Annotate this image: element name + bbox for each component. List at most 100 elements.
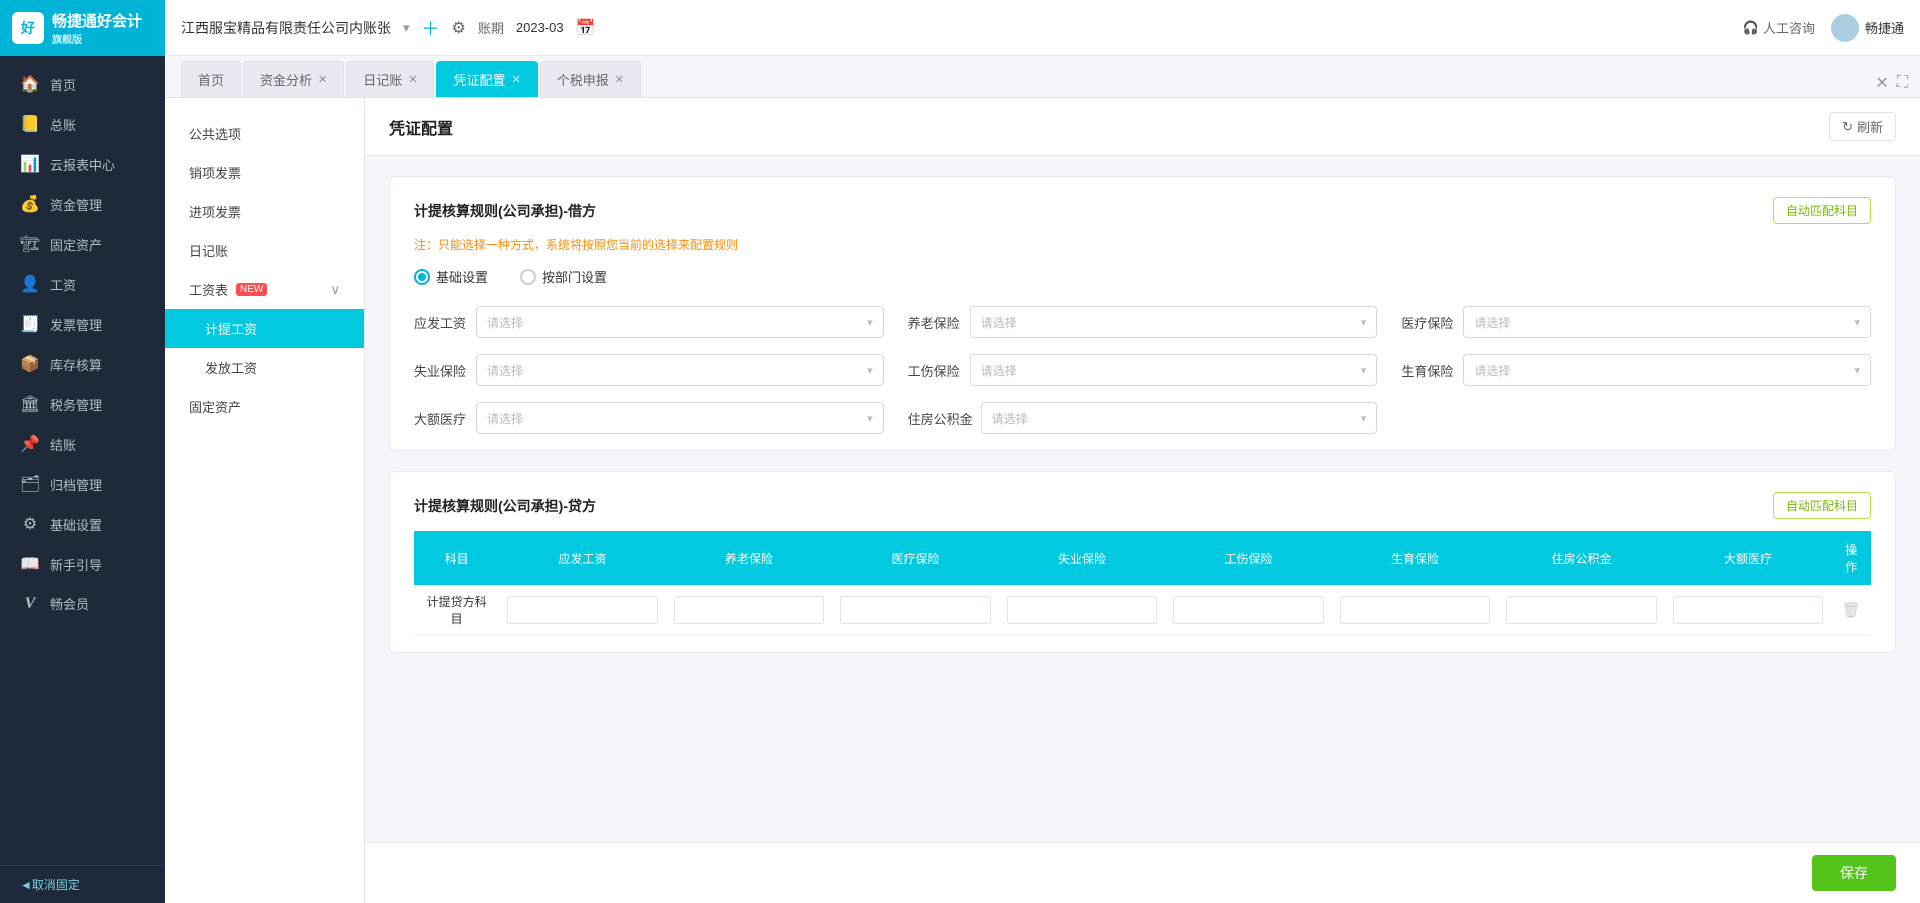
save-button[interactable]: 保存 — [1812, 855, 1896, 891]
tab-voucher[interactable]: 凭证配置 ✕ — [436, 61, 537, 97]
sidebar-item-archive[interactable]: 🗂 归档管理 — [0, 464, 165, 504]
left-menu-public[interactable]: 公共选项 — [165, 114, 364, 153]
yiliao-select[interactable]: 请选择 ▾ — [1463, 306, 1871, 338]
sidebar-item-report[interactable]: 📊 云报表中心 — [0, 144, 165, 184]
delete-icon[interactable]: 🗑 — [1842, 602, 1861, 619]
company-settings-icon[interactable]: ⚙ — [452, 18, 466, 38]
cancel-pin-button[interactable]: ◄取消固定 — [0, 865, 165, 903]
company-chevron-icon[interactable]: ▾ — [403, 20, 410, 36]
sidebar-item-home[interactable]: 🏠 首页 — [0, 64, 165, 104]
sidebar-item-salary[interactable]: 👤 工资 — [0, 264, 165, 304]
funds-icon: 💰 — [20, 194, 40, 214]
input-daeyiliao[interactable] — [1673, 596, 1823, 624]
daeyiliao-select[interactable]: 请选择 ▾ — [476, 402, 884, 434]
ledger-icon: 📒 — [20, 114, 40, 134]
refresh-label: 刷新 — [1857, 117, 1883, 136]
input-zhufang[interactable] — [1506, 596, 1656, 624]
sidebar-item-settings[interactable]: ⚙ 基础设置 — [0, 504, 165, 544]
input-yingfa[interactable] — [507, 596, 657, 624]
left-menu-purchase-invoice[interactable]: 进项发票 — [165, 192, 364, 231]
tab-tax-close[interactable]: ✕ — [615, 73, 624, 86]
left-menu-payroll-table[interactable]: 工资表 NEW ∨ — [165, 270, 364, 309]
add-company-icon[interactable]: ＋ — [422, 15, 440, 41]
td-row-label: 计提贷方科目 — [414, 585, 499, 636]
td-shengyu-input[interactable] — [1332, 585, 1498, 636]
credit-table: 科目 应发工资 养老保险 医疗保险 失业保险 工伤保险 生育保险 住房公积金 大… — [414, 531, 1871, 636]
sidebar-nav: 🏠 首页 📒 总账 📊 云报表中心 💰 资金管理 🏗 固定资产 👤 工资 🧾 发… — [0, 56, 165, 865]
credit-table-body: 计提贷方科目 🗑 — [414, 585, 1871, 636]
yingfa-select[interactable]: 请选择 ▾ — [476, 306, 884, 338]
sidebar-item-close[interactable]: 📌 结账 — [0, 424, 165, 464]
left-menu-payment[interactable]: 发放工资 — [165, 348, 364, 387]
zhufang-select[interactable]: 请选择 ▾ — [981, 402, 1378, 434]
td-daeyiliao-input[interactable] — [1665, 585, 1831, 636]
tab-voucher-close[interactable]: ✕ — [512, 73, 521, 86]
left-menu-public-label: 公共选项 — [189, 124, 241, 143]
yiliao-arrow-icon: ▾ — [1854, 316, 1860, 329]
shiye-label: 失业保险 — [414, 361, 468, 380]
sidebar-item-label: 新手引导 — [50, 555, 102, 574]
td-gongshang-input[interactable] — [1165, 585, 1331, 636]
td-yingfa-input[interactable] — [499, 585, 665, 636]
auto-match-credit-button[interactable]: 自动匹配科目 — [1773, 492, 1871, 519]
shengyu-select[interactable]: 请选择 ▾ — [1463, 354, 1871, 386]
sidebar-item-assets[interactable]: 🏗 固定资产 — [0, 224, 165, 264]
sidebar-item-ledger[interactable]: 📒 总账 — [0, 104, 165, 144]
tab-home[interactable]: 首页 — [181, 61, 241, 97]
th-action: 操作 — [1831, 531, 1871, 585]
td-shiye-input[interactable] — [999, 585, 1165, 636]
sidebar-item-invoice[interactable]: 🧾 发票管理 — [0, 304, 165, 344]
left-menu-fixed-assets[interactable]: 固定资产 — [165, 387, 364, 426]
radio-dept[interactable]: 按部门设置 — [520, 267, 607, 286]
tab-funds-close[interactable]: ✕ — [318, 73, 327, 86]
field-row-gongshang: 工伤保险 请选择 ▾ — [908, 354, 1378, 386]
sidebar-item-tax[interactable]: 🏛 税务管理 — [0, 384, 165, 424]
service-button[interactable]: 🎧 人工咨询 — [1743, 18, 1815, 37]
radio-dept-circle — [520, 269, 536, 285]
sidebar-item-funds[interactable]: 💰 资金管理 — [0, 184, 165, 224]
content-wrapper: 公共选项 销项发票 进项发票 日记账 工资表 NEW ∨ 计提工资 发放工资 — [165, 98, 1920, 903]
left-menu-journal[interactable]: 日记账 — [165, 231, 364, 270]
sidebar-item-inventory[interactable]: 📦 库存核算 — [0, 344, 165, 384]
main-area: 江西服宝精品有限责任公司内账张 ▾ ＋ ⚙ 账期 2023-03 📅 🎧 人工咨… — [165, 0, 1920, 903]
logo-sub: 旗舰版 — [52, 31, 142, 46]
tab-funds[interactable]: 资金分析 ✕ — [243, 61, 344, 97]
input-yanglao[interactable] — [674, 596, 824, 624]
refresh-button[interactable]: ↻ 刷新 — [1829, 112, 1896, 141]
td-yiliao-input[interactable] — [832, 585, 998, 636]
expand-tab-button[interactable]: ⛶ — [1897, 74, 1908, 92]
td-delete[interactable]: 🗑 — [1831, 585, 1871, 636]
radio-basic-dot — [418, 273, 426, 281]
radio-basic[interactable]: 基础设置 — [414, 267, 488, 286]
company-name: 江西服宝精品有限责任公司内账张 — [181, 18, 391, 38]
topbar-right: 🎧 人工咨询 畅捷通 — [1743, 14, 1904, 42]
tab-journal-close[interactable]: ✕ — [408, 73, 417, 86]
radio-dept-label: 按部门设置 — [542, 267, 607, 286]
tab-journal[interactable]: 日记账 ✕ — [346, 61, 434, 97]
close-tab-button[interactable]: ✕ — [1875, 73, 1888, 93]
input-yiliao[interactable] — [840, 596, 990, 624]
sidebar-item-label: 总账 — [50, 115, 76, 134]
left-menu-accrual[interactable]: 计提工资 — [165, 309, 364, 348]
field-row-yiliao: 医疗保险 请选择 ▾ — [1401, 306, 1871, 338]
sidebar-item-label: 库存核算 — [50, 355, 102, 374]
td-zhufang-input[interactable] — [1498, 585, 1664, 636]
input-gongshang[interactable] — [1173, 596, 1323, 624]
td-yanglao-input[interactable] — [666, 585, 832, 636]
shiye-select[interactable]: 请选择 ▾ — [476, 354, 884, 386]
tab-tax[interactable]: 个税申报 ✕ — [540, 61, 641, 97]
zhufang-placeholder: 请选择 — [992, 410, 1028, 427]
left-menu-sales-invoice[interactable]: 销项发票 — [165, 153, 364, 192]
calendar-icon[interactable]: 📅 — [576, 18, 596, 38]
gongshang-select[interactable]: 请选择 ▾ — [970, 354, 1378, 386]
sidebar-item-guide[interactable]: 📖 新手引导 — [0, 544, 165, 584]
yanglao-select[interactable]: 请选择 ▾ — [970, 306, 1378, 338]
sidebar-item-vip[interactable]: V 畅会员 — [0, 584, 165, 623]
payroll-expand-icon[interactable]: ∨ — [330, 282, 340, 298]
user-menu[interactable]: 畅捷通 — [1831, 14, 1904, 42]
auto-match-debit-button[interactable]: 自动匹配科目 — [1773, 197, 1871, 224]
input-shiye[interactable] — [1007, 596, 1157, 624]
sidebar-item-label: 税务管理 — [50, 395, 102, 414]
input-shengyu[interactable] — [1340, 596, 1490, 624]
topbar: 江西服宝精品有限责任公司内账张 ▾ ＋ ⚙ 账期 2023-03 📅 🎧 人工咨… — [165, 0, 1920, 56]
